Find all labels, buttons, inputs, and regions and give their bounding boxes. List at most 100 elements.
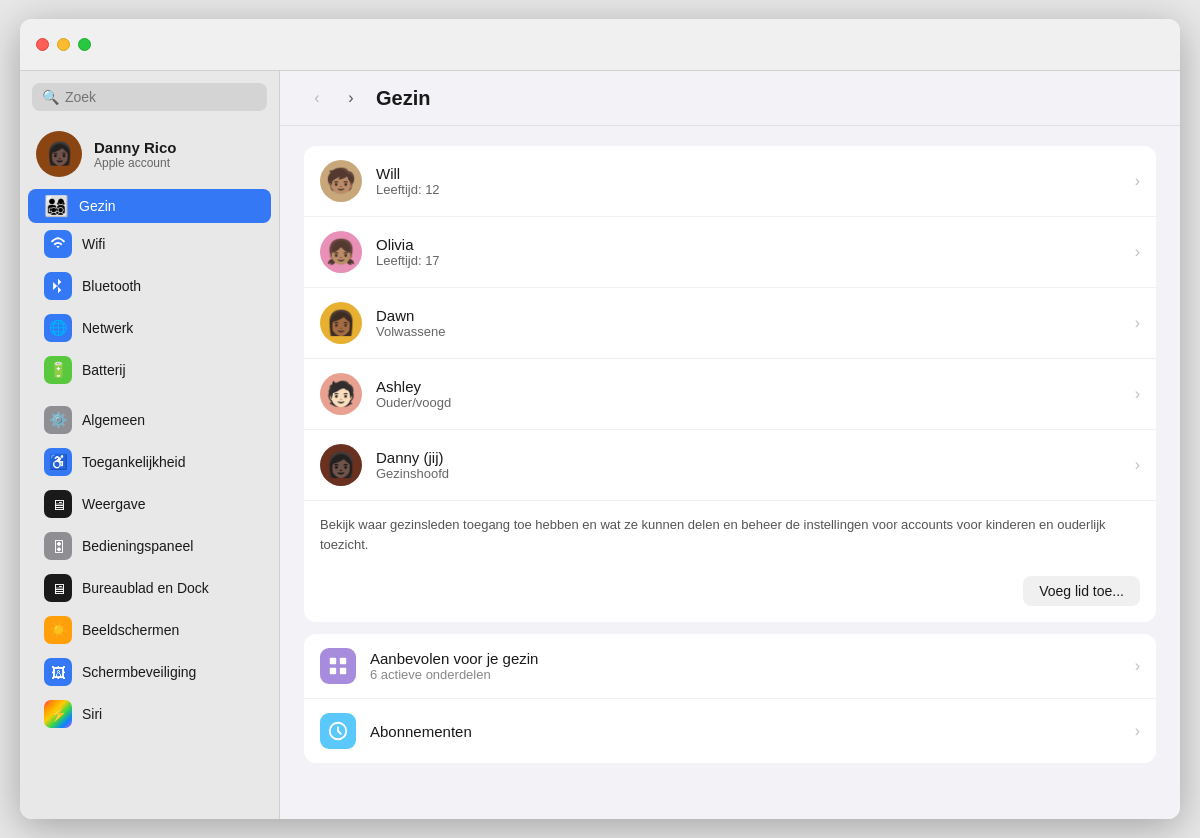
member-ashley[interactable]: 🧑🏻 Ashley Ouder/voogd ›: [304, 359, 1156, 430]
abonnementen-name: Abonnementen: [370, 723, 1121, 740]
nav-back-button[interactable]: ‹: [304, 85, 330, 111]
abonnementen-info: Abonnementen: [370, 723, 1121, 740]
sidebar-item-batterij[interactable]: 🔋 Batterij: [28, 349, 271, 391]
sidebar-item-label-siri: Siri: [82, 706, 102, 722]
will-subtitle: Leeftijd: 12: [376, 182, 1121, 197]
main-header: ‹ › Gezin: [280, 71, 1180, 126]
page-title: Gezin: [376, 87, 430, 110]
will-avatar: 🧒🏽: [320, 160, 362, 202]
traffic-lights: [36, 38, 91, 51]
olivia-avatar: 👧🏽: [320, 231, 362, 273]
features-card: Aanbevolen voor je gezin 6 actieve onder…: [304, 634, 1156, 763]
minimize-button[interactable]: [57, 38, 70, 51]
sidebar-item-siri[interactable]: ⚡ Siri: [28, 693, 271, 735]
member-danny[interactable]: 👩🏿 Danny (jij) Gezinshoofd ›: [304, 430, 1156, 501]
sidebar-item-netwerk[interactable]: 🌐 Netwerk: [28, 307, 271, 349]
sidebar-item-label-batterij: Batterij: [82, 362, 126, 378]
search-input[interactable]: [65, 89, 257, 105]
dawn-info: Dawn Volwassene: [376, 307, 1121, 339]
svg-rect-1: [340, 658, 346, 664]
chevron-icon: ›: [1135, 657, 1140, 675]
wifi-icon: [44, 230, 72, 258]
search-box[interactable]: 🔍: [32, 83, 267, 111]
svg-rect-3: [340, 668, 346, 674]
close-button[interactable]: [36, 38, 49, 51]
nav-forward-button[interactable]: ›: [338, 85, 364, 111]
sidebar-item-bedieningspaneel[interactable]: 🎛 Bedieningspaneel: [28, 525, 271, 567]
ashley-name: Ashley: [376, 378, 1121, 395]
control-icon: 🎛: [44, 532, 72, 560]
ashley-avatar: 🧑🏻: [320, 373, 362, 415]
sidebar-item-label-bluetooth: Bluetooth: [82, 278, 141, 294]
sidebar-item-toegankelijkheid[interactable]: ♿ Toegankelijkheid: [28, 441, 271, 483]
chevron-icon: ›: [1135, 385, 1140, 403]
aanbevolen-info: Aanbevolen voor je gezin 6 actieve onder…: [370, 650, 1121, 682]
user-name: Danny Rico: [94, 139, 177, 156]
abonnementen-icon: [320, 713, 356, 749]
sidebar-item-gezin[interactable]: 👨‍👩‍👧‍👦 Gezin: [28, 189, 271, 223]
danny-subtitle: Gezinshoofd: [376, 466, 1121, 481]
aanbevolen-name: Aanbevolen voor je gezin: [370, 650, 1121, 667]
sidebar-item-beeldschermen[interactable]: ☀️ Beeldschermen: [28, 609, 271, 651]
olivia-subtitle: Leeftijd: 17: [376, 253, 1121, 268]
ashley-subtitle: Ouder/voogd: [376, 395, 1121, 410]
sidebar-item-label-schermbeveiliging: Schermbeveiliging: [82, 664, 196, 680]
description: Bekijk waar gezinsleden toegang toe hebb…: [304, 501, 1156, 568]
chevron-icon: ›: [1135, 243, 1140, 261]
avatar: 👩🏿: [36, 131, 82, 177]
chevron-icon: ›: [1135, 722, 1140, 740]
feature-abonnementen[interactable]: Abonnementen ›: [304, 699, 1156, 763]
sidebar-item-label-beeldschermen: Beeldschermen: [82, 622, 179, 638]
accessibility-icon: ♿: [44, 448, 72, 476]
sidebar-item-weergave[interactable]: 🖥 Weergave: [28, 483, 271, 525]
screensaver-icon: 🖼: [44, 658, 72, 686]
app-window: 🔍 👩🏿 Danny Rico Apple account 👨‍👩‍👧‍👦: [20, 19, 1180, 819]
titlebar: [20, 19, 1180, 71]
will-info: Will Leeftijd: 12: [376, 165, 1121, 197]
user-profile[interactable]: 👩🏿 Danny Rico Apple account: [20, 123, 279, 185]
member-dawn[interactable]: 👩🏾 Dawn Volwassene ›: [304, 288, 1156, 359]
sidebar-item-label-netwerk: Netwerk: [82, 320, 133, 336]
chevron-icon: ›: [1135, 456, 1140, 474]
sidebar-item-label-bedieningspaneel: Bedieningspaneel: [82, 538, 193, 554]
sidebar-item-algemeen[interactable]: ⚙️ Algemeen: [28, 399, 271, 441]
sidebar-item-label-weergave: Weergave: [82, 496, 146, 512]
user-subtitle: Apple account: [94, 156, 177, 170]
aanbevolen-subtitle: 6 actieve onderdelen: [370, 667, 1121, 682]
sidebar-item-schermbeveiliging[interactable]: 🖼 Schermbeveiliging: [28, 651, 271, 693]
add-member-row: Voeg lid toe...: [304, 568, 1156, 622]
maximize-button[interactable]: [78, 38, 91, 51]
aanbevolen-icon: [320, 648, 356, 684]
network-icon: 🌐: [44, 314, 72, 342]
svg-rect-2: [330, 668, 336, 674]
sidebar: 🔍 👩🏿 Danny Rico Apple account 👨‍👩‍👧‍👦: [20, 71, 280, 819]
olivia-info: Olivia Leeftijd: 17: [376, 236, 1121, 268]
sidebar-item-bureaublad[interactable]: 🖥 Bureaublad en Dock: [28, 567, 271, 609]
member-olivia[interactable]: 👧🏽 Olivia Leeftijd: 17 ›: [304, 217, 1156, 288]
general-icon: ⚙️: [44, 406, 72, 434]
search-icon: 🔍: [42, 89, 59, 105]
chevron-icon: ›: [1135, 314, 1140, 332]
sidebar-item-label-wifi: Wifi: [82, 236, 105, 252]
sidebar-item-label-toegankelijkheid: Toegankelijkheid: [82, 454, 186, 470]
main-content: ‹ › Gezin 🧒🏽 Will Leeftijd: 12 ›: [280, 71, 1180, 819]
battery-icon: 🔋: [44, 356, 72, 384]
feature-aanbevolen[interactable]: Aanbevolen voor je gezin 6 actieve onder…: [304, 634, 1156, 699]
members-card: 🧒🏽 Will Leeftijd: 12 › 👧🏽 Olivia Leeftij…: [304, 146, 1156, 622]
sidebar-item-bluetooth[interactable]: Bluetooth: [28, 265, 271, 307]
dawn-avatar: 👩🏾: [320, 302, 362, 344]
sidebar-item-wifi[interactable]: Wifi: [28, 223, 271, 265]
sidebar-item-label-gezin: Gezin: [79, 198, 116, 214]
olivia-name: Olivia: [376, 236, 1121, 253]
display-icon: 🖥: [44, 490, 72, 518]
sidebar-item-label-bureaublad: Bureaublad en Dock: [82, 580, 209, 596]
member-will[interactable]: 🧒🏽 Will Leeftijd: 12 ›: [304, 146, 1156, 217]
will-name: Will: [376, 165, 1121, 182]
sidebar-item-label-algemeen: Algemeen: [82, 412, 145, 428]
danny-info: Danny (jij) Gezinshoofd: [376, 449, 1121, 481]
dawn-name: Dawn: [376, 307, 1121, 324]
add-member-button[interactable]: Voeg lid toe...: [1023, 576, 1140, 606]
danny-name: Danny (jij): [376, 449, 1121, 466]
desktop-icon: 🖥: [44, 574, 72, 602]
screens-icon: ☀️: [44, 616, 72, 644]
